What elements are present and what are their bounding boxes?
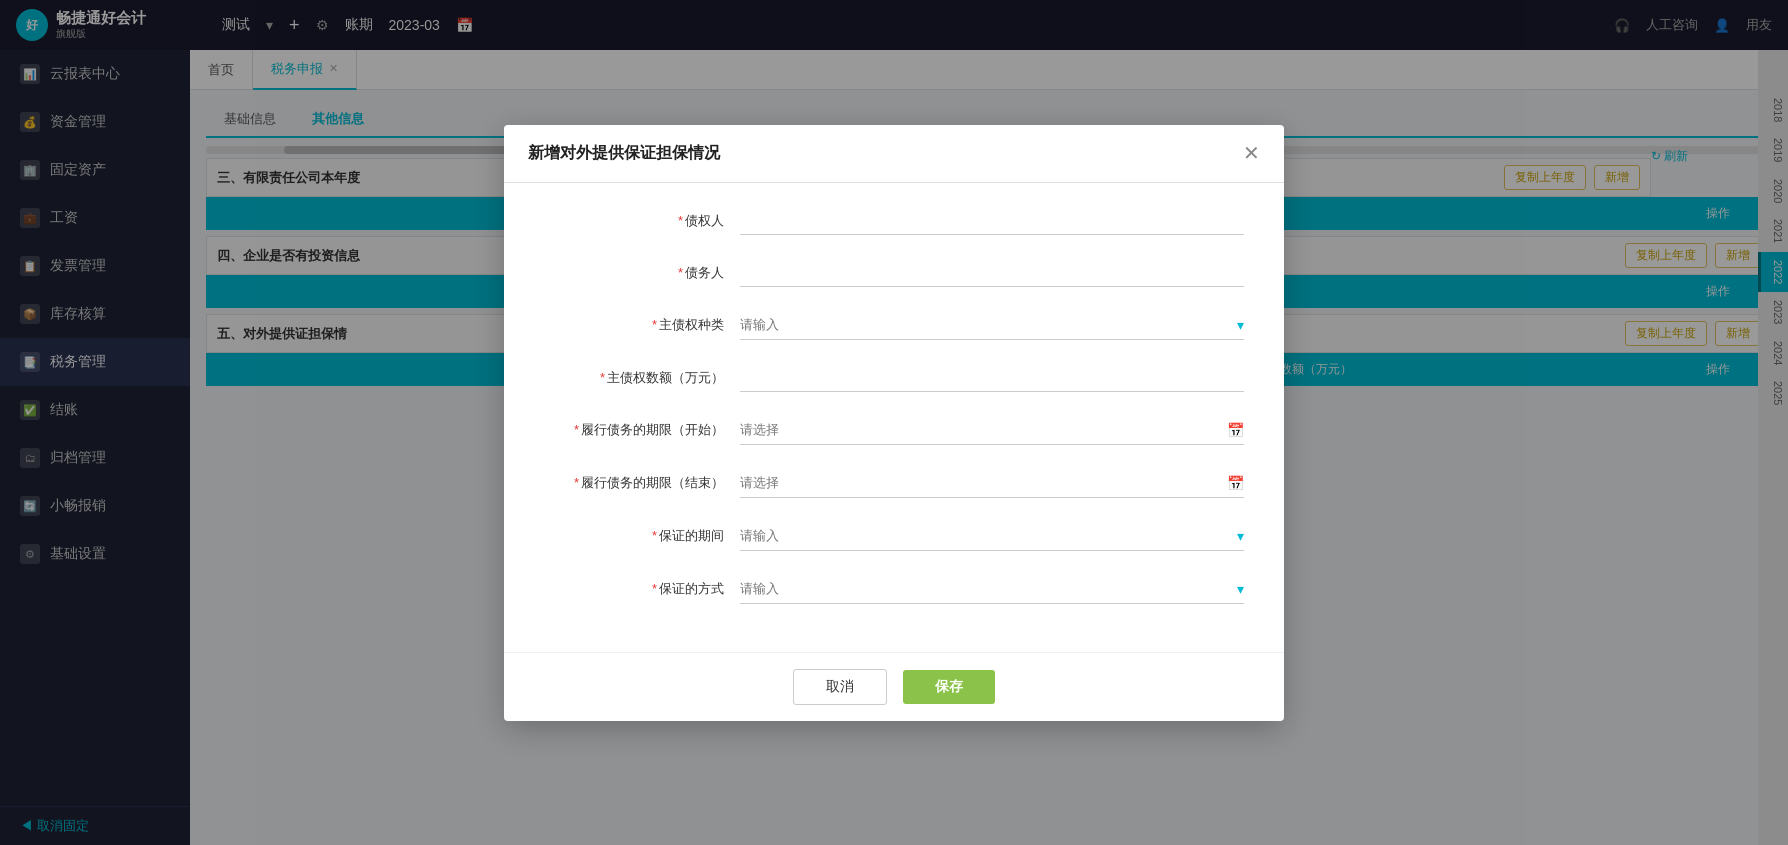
guarantee-period-input[interactable] xyxy=(740,528,1237,543)
required-star: * xyxy=(678,213,683,228)
debtor-input[interactable] xyxy=(740,259,1244,287)
form-label-claim-amount: *主债权数额（万元） xyxy=(544,369,724,387)
form-label-period-end: *履行债务的期限（结束） xyxy=(544,474,724,492)
guarantee-method-dropdown-icon[interactable]: ▾ xyxy=(1237,581,1244,597)
guarantee-period-dropdown-icon[interactable]: ▾ xyxy=(1237,528,1244,544)
modal-title: 新增对外提供保证担保情况 xyxy=(528,143,720,164)
guarantee-method-input[interactable] xyxy=(740,581,1237,596)
claim-amount-input[interactable] xyxy=(740,364,1244,392)
period-end-input[interactable] xyxy=(740,475,1227,490)
form-label-guarantee-period: *保证的期间 xyxy=(544,527,724,545)
claim-type-input[interactable] xyxy=(740,317,1237,332)
modal-dialog: 新增对外提供保证担保情况 ✕ *债权人 *债务人 *主债权种类 xyxy=(504,125,1284,721)
period-start-input[interactable] xyxy=(740,422,1227,437)
guarantee-method-select-wrap: ▾ xyxy=(740,575,1244,604)
form-label-creditor: *债权人 xyxy=(544,212,724,230)
claim-type-dropdown-icon[interactable]: ▾ xyxy=(1237,317,1244,333)
form-label-debtor: *债务人 xyxy=(544,264,724,282)
creditor-input[interactable] xyxy=(740,207,1244,235)
save-button[interactable]: 保存 xyxy=(903,670,995,704)
form-row-guarantee-period: *保证的期间 ▾ xyxy=(544,522,1244,551)
form-row-claim-type: *主债权种类 ▾ xyxy=(544,311,1244,340)
modal-body: *债权人 *债务人 *主债权种类 ▾ xyxy=(504,183,1284,652)
form-row-period-start: *履行债务的期限（开始） 📅 xyxy=(544,416,1244,445)
form-row-creditor: *债权人 xyxy=(544,207,1244,235)
required-star-amount: * xyxy=(600,370,605,385)
form-label-guarantee-method: *保证的方式 xyxy=(544,580,724,598)
claim-type-select-wrap: ▾ xyxy=(740,311,1244,340)
required-star-ps: * xyxy=(574,422,579,437)
form-row-period-end: *履行债务的期限（结束） 📅 xyxy=(544,469,1244,498)
period-start-calendar-icon[interactable]: 📅 xyxy=(1227,422,1244,438)
cancel-button[interactable]: 取消 xyxy=(793,669,887,705)
required-star-gp: * xyxy=(652,528,657,543)
modal-overlay: 新增对外提供保证担保情况 ✕ *债权人 *债务人 *主债权种类 xyxy=(0,0,1788,845)
required-star-pe: * xyxy=(574,475,579,490)
required-star-debtor: * xyxy=(678,265,683,280)
period-end-date-wrap: 📅 xyxy=(740,469,1244,498)
modal-header: 新增对外提供保证担保情况 ✕ xyxy=(504,125,1284,183)
form-label-claim-type: *主债权种类 xyxy=(544,316,724,334)
form-label-period-start: *履行债务的期限（开始） xyxy=(544,421,724,439)
modal-footer: 取消 保存 xyxy=(504,652,1284,721)
required-star-claim: * xyxy=(652,317,657,332)
period-end-calendar-icon[interactable]: 📅 xyxy=(1227,475,1244,491)
period-start-date-wrap: 📅 xyxy=(740,416,1244,445)
guarantee-period-select-wrap: ▾ xyxy=(740,522,1244,551)
form-row-debtor: *债务人 xyxy=(544,259,1244,287)
modal-close-button[interactable]: ✕ xyxy=(1243,143,1260,163)
required-star-gm: * xyxy=(652,581,657,596)
form-row-guarantee-method: *保证的方式 ▾ xyxy=(544,575,1244,604)
form-row-claim-amount: *主债权数额（万元） xyxy=(544,364,1244,392)
